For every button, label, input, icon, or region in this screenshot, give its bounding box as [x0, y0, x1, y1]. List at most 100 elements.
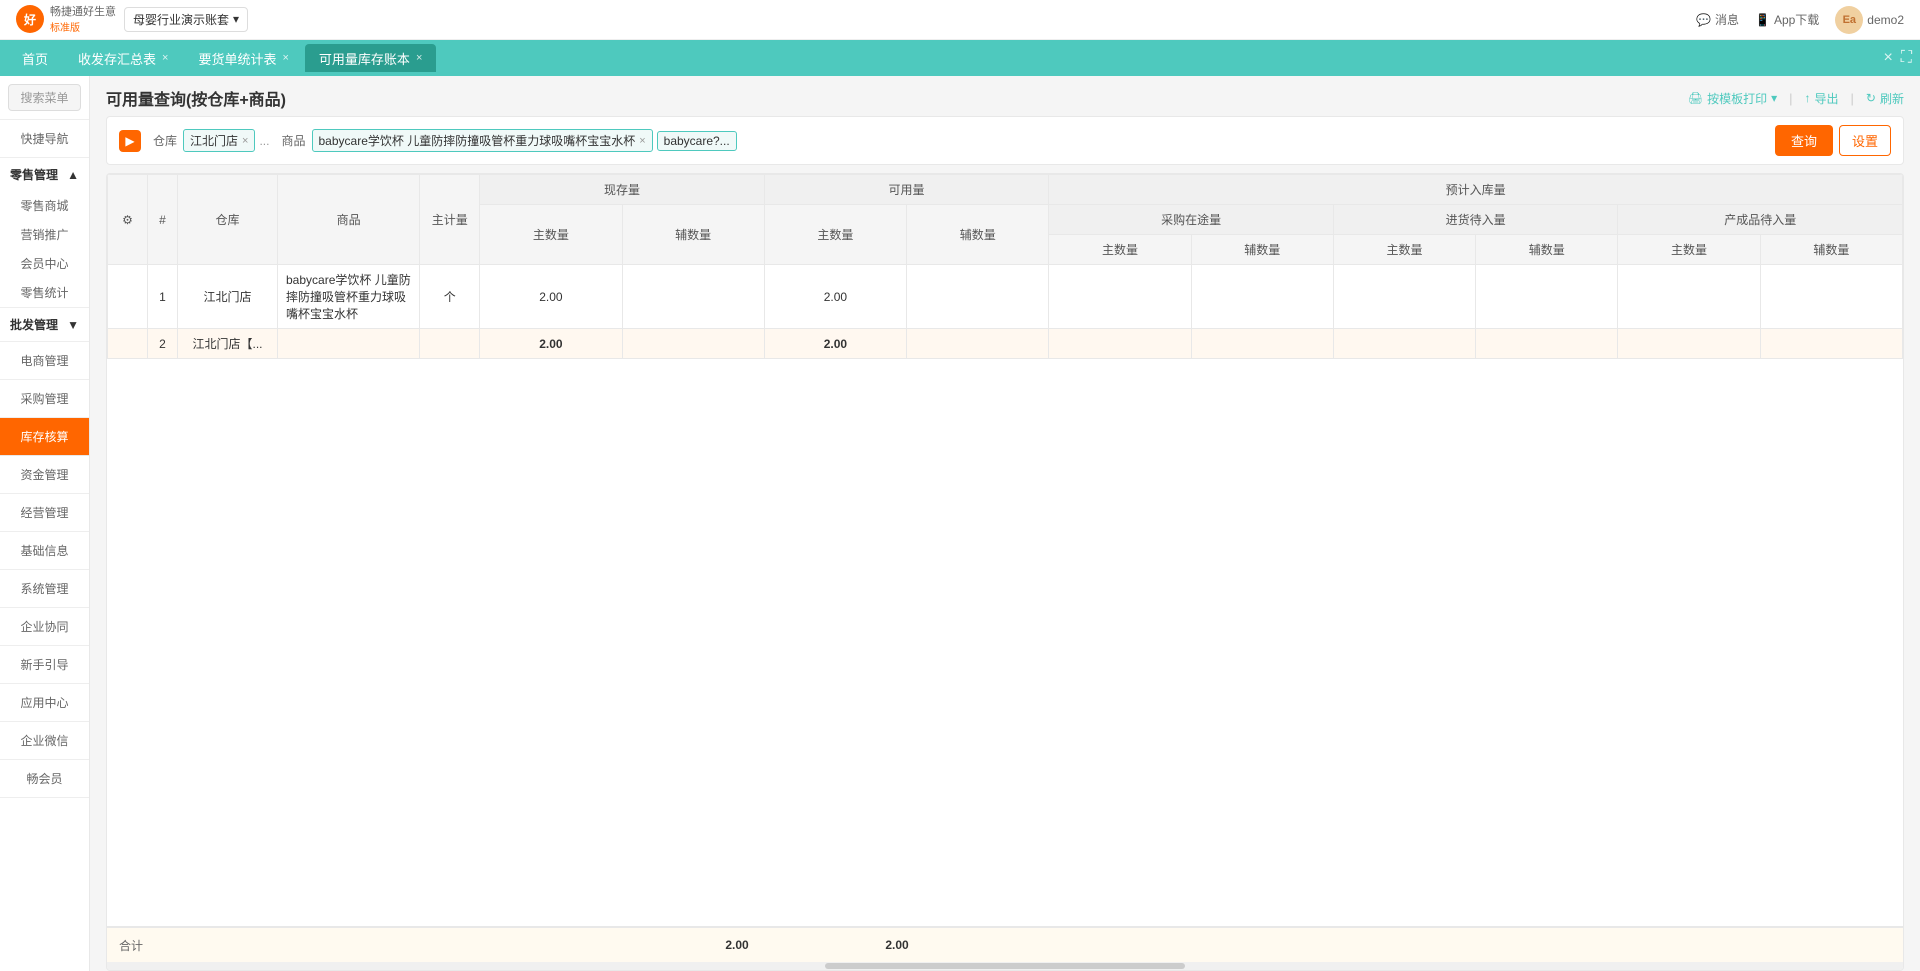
message-action[interactable]: 💬 消息	[1696, 11, 1739, 28]
filter-bar: ▶ 仓库 江北门店 × ... 商品 babycare学饮杯 儿童防摔防撞吸管杯…	[106, 116, 1904, 165]
sidebar-item-system[interactable]: 系统管理	[0, 570, 89, 608]
tab-available-inventory[interactable]: 可用量库存账本 ×	[305, 44, 436, 72]
warehouse-tag-text: 江北门店	[190, 132, 238, 149]
row-1-inbound-pending-main	[1333, 265, 1475, 329]
sidebar-section-retail-title[interactable]: 零售管理 ▲	[0, 158, 89, 191]
tab-receipts[interactable]: 收发存汇总表 ×	[64, 44, 182, 72]
sidebar-item-wechat[interactable]: 企业微信	[0, 722, 89, 760]
industry-selector[interactable]: 母婴行业演示账套 ▾	[124, 7, 248, 32]
sidebar-item-retail-mall[interactable]: 零售商城	[0, 191, 89, 220]
sidebar-item-basic[interactable]: 基础信息	[0, 532, 89, 570]
sidebar-item-member[interactable]: 会员中心	[0, 249, 89, 278]
horizontal-scrollbar[interactable]	[107, 962, 1903, 970]
nav-fullscreen-icon[interactable]: ⛶	[1901, 49, 1912, 67]
template-print-button[interactable]: 🖨 按模板打印 ▾	[1688, 90, 1777, 107]
export-label: 导出	[1815, 90, 1839, 107]
summary-warehouse: 江北门店【...	[178, 329, 278, 359]
sidebar-item-purchase[interactable]: 采购管理	[0, 380, 89, 418]
sidebar-item-appstore[interactable]: 应用中心	[0, 684, 89, 722]
page-title: 可用量查询(按仓库+商品)	[106, 86, 286, 110]
tab-purchase-orders[interactable]: 要货单统计表 ×	[184, 44, 302, 72]
summary-purchase-transit-main	[1049, 329, 1191, 359]
col-inbound-pending-aux: 辅数量	[1476, 235, 1618, 265]
warehouse-tag[interactable]: 江北门店 ×	[183, 129, 255, 152]
summary-finished-pending-main	[1618, 329, 1760, 359]
avatar: Ea	[1835, 6, 1863, 34]
total-values: 2.00 2.00	[697, 938, 1903, 952]
tab-home[interactable]: 首页	[8, 44, 62, 72]
total-current-main: 2.00	[697, 938, 777, 952]
user-name: demo2	[1867, 13, 1904, 27]
template-print-label: 按模板打印	[1707, 90, 1767, 107]
row-1-warehouse: 江北门店	[178, 265, 278, 329]
col-purchase-transit-group: 采购在途量	[1049, 205, 1334, 235]
summary-inbound-pending-main	[1333, 329, 1475, 359]
table-scroll-area[interactable]: ⚙ # 仓库 商品 主计量 现存量 可用量 预计入库量 主数量 辅	[107, 174, 1903, 926]
app-download-action[interactable]: 📱 App下载	[1755, 11, 1819, 28]
sidebar-item-guide[interactable]: 新手引导	[0, 646, 89, 684]
nav-tabs-right: × ⛶	[1883, 49, 1920, 67]
table-summary-row: 2 江北门店【... 2.00 2.00	[108, 329, 1903, 359]
product-tag-1-close-icon[interactable]: ×	[639, 135, 645, 147]
summary-index: 2	[148, 329, 178, 359]
chevron-up-icon: ▲	[67, 168, 79, 182]
col-gear[interactable]: ⚙	[108, 175, 148, 265]
logo-text: 畅捷通好生意	[50, 5, 116, 19]
table-wrapper: ⚙ # 仓库 商品 主计量 现存量 可用量 预计入库量 主数量 辅	[106, 173, 1904, 971]
sidebar-item-member2[interactable]: 畅会员	[0, 760, 89, 798]
nav-close-icon[interactable]: ×	[1883, 49, 1892, 67]
sidebar-section-wholesale-title[interactable]: 批发管理 ▼	[0, 308, 89, 341]
tab-purchase-orders-close-icon[interactable]: ×	[282, 52, 288, 64]
col-finished-pending-main: 主数量	[1618, 235, 1760, 265]
sidebar-item-retail-stats[interactable]: 零售统计	[0, 278, 89, 307]
action-separator2: |	[1851, 91, 1854, 106]
summary-product	[278, 329, 420, 359]
row-1-finished-pending-main	[1618, 265, 1760, 329]
message-icon: 💬	[1696, 13, 1711, 27]
row-1-current-main: 2.00	[480, 265, 622, 329]
refresh-label: 刷新	[1880, 90, 1904, 107]
tab-receipts-close-icon[interactable]: ×	[162, 52, 168, 64]
refresh-button[interactable]: ↻ 刷新	[1866, 90, 1904, 107]
tab-available-inventory-close-icon[interactable]: ×	[416, 52, 422, 64]
col-warehouse: 仓库	[178, 175, 278, 265]
sidebar-item-marketing[interactable]: 营销推广	[0, 220, 89, 249]
warehouse-tag-close-icon[interactable]: ×	[242, 135, 248, 147]
col-current-main: 主数量	[480, 205, 622, 265]
refresh-icon: ↻	[1866, 91, 1876, 105]
col-inbound-pending-group: 进货待入量	[1333, 205, 1618, 235]
tab-home-label: 首页	[22, 49, 48, 68]
sidebar-item-ecom[interactable]: 电商管理	[0, 342, 89, 380]
summary-current-aux	[622, 329, 764, 359]
sidebar-item-enterprise[interactable]: 企业协同	[0, 608, 89, 646]
summary-available-main: 2.00	[764, 329, 906, 359]
sidebar-section-retail: 零售管理 ▲ 零售商城 营销推广 会员中心 零售统计	[0, 158, 89, 308]
warehouse-filter-label: 仓库	[153, 132, 177, 149]
setting-button[interactable]: 设置	[1839, 125, 1891, 156]
sidebar-search-area: 搜索菜单	[0, 76, 89, 120]
scroll-handle[interactable]	[825, 963, 1184, 969]
top-bar-left: 好 畅捷通好生意 标准版 母婴行业演示账套 ▾	[16, 5, 248, 34]
row-1-purchase-transit-main	[1049, 265, 1191, 329]
product-tag-2[interactable]: babycare?...	[657, 131, 737, 151]
logo-area: 好 畅捷通好生意 标准版	[16, 5, 116, 34]
product-tag-1[interactable]: babycare学饮杯 儿童防摔防撞吸管杯重力球吸嘴杯宝宝水杯 ×	[312, 129, 653, 152]
sidebar: 搜索菜单 快捷导航 零售管理 ▲ 零售商城 营销推广 会员中心 零售统计 批发管…	[0, 76, 90, 971]
row-1-current-aux	[622, 265, 764, 329]
user-area[interactable]: Ea demo2	[1835, 6, 1904, 34]
sidebar-item-inventory[interactable]: 库存核算	[0, 418, 89, 456]
summary-purchase-transit-aux	[1191, 329, 1333, 359]
row-1-available-main: 2.00	[764, 265, 906, 329]
summary-available-aux	[907, 329, 1049, 359]
query-button[interactable]: 查询	[1775, 125, 1833, 156]
product-filter-group: 商品 babycare学饮杯 儿童防摔防撞吸管杯重力球吸嘴杯宝宝水杯 × bab…	[281, 129, 736, 152]
sidebar-item-operations[interactable]: 经营管理	[0, 494, 89, 532]
product-filter-tags: babycare学饮杯 儿童防摔防撞吸管杯重力球吸嘴杯宝宝水杯 × babyca…	[312, 129, 737, 152]
warehouse-more-indicator[interactable]: ...	[259, 134, 269, 148]
sidebar-item-quick-nav[interactable]: 快捷导航	[0, 124, 89, 153]
export-button[interactable]: ↑ 导出	[1805, 90, 1839, 107]
logo-tag: 标准版	[50, 19, 116, 34]
sidebar-item-finance[interactable]: 资金管理	[0, 456, 89, 494]
search-menu-button[interactable]: 搜索菜单	[8, 84, 81, 111]
filter-expand-button[interactable]: ▶	[119, 130, 141, 152]
